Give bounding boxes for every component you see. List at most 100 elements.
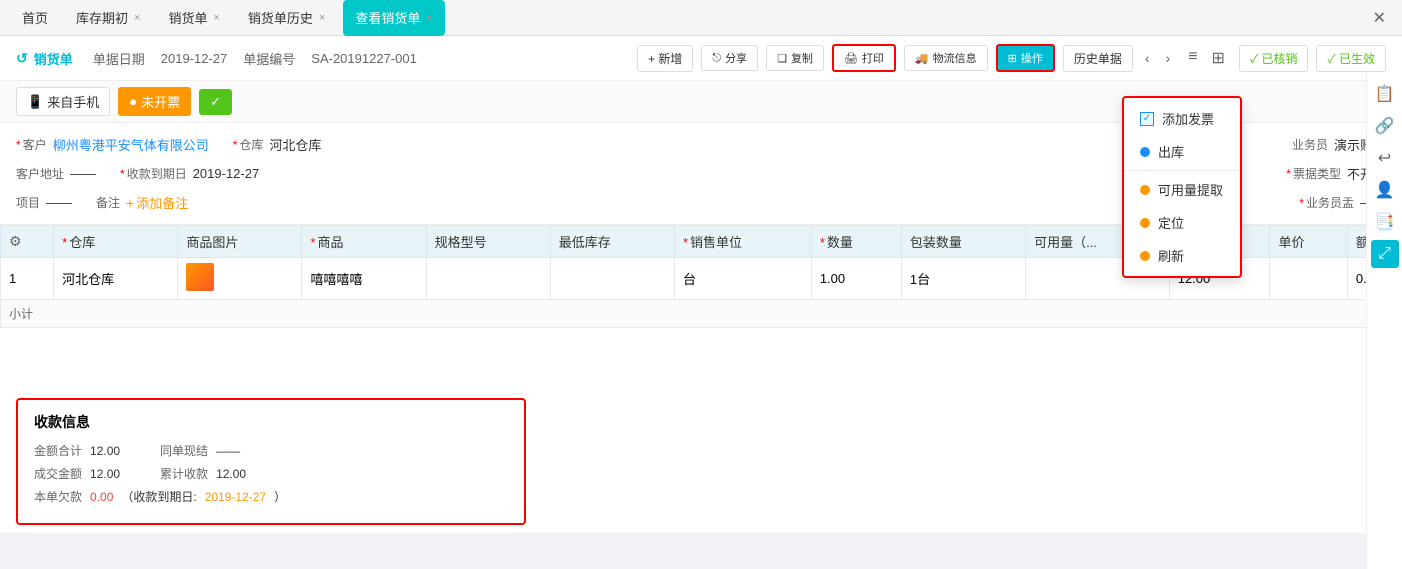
history-button[interactable]: 历史单据 <box>1063 45 1133 72</box>
tab-view-sales-close[interactable]: × <box>426 12 432 24</box>
warehouse-label: 仓库 <box>233 136 264 153</box>
sidebar-return-icon[interactable]: ↩ <box>1371 144 1399 172</box>
tab-sales-order-close[interactable]: × <box>213 12 219 24</box>
deal-amount-value: 12.00 <box>90 467 120 481</box>
logistics-button[interactable]: 🚚 物流信息 <box>904 45 988 71</box>
row-warehouse: 河北仓库 <box>54 258 178 300</box>
customer-label: 客户 <box>16 136 47 153</box>
tab-inventory-init[interactable]: 库存期初 × <box>62 0 154 36</box>
subtotal-row: 小计 <box>1 300 1402 328</box>
row-no: 1 <box>1 258 54 300</box>
grid-view-button[interactable]: ⊞ <box>1206 46 1231 70</box>
sidebar-link-icon[interactable]: 🔗 <box>1371 112 1399 140</box>
customer-value[interactable]: 柳州粤港平安气体有限公司 <box>53 135 209 154</box>
doc-header: ↺ 销货单 单据日期 2019-12-27 单据编号 SA-20191227-0… <box>0 36 1402 81</box>
phone-icon: 📱 <box>27 94 43 110</box>
doc-actions: + 新增 ⎋ 分享 ❏ 复制 🖨 打印 🚚 物流信息 ⊞ 操作 历史单据 <box>637 44 1386 72</box>
logistics-icon: 🚚 <box>915 52 929 65</box>
operate-icon: ⊞ <box>1008 52 1017 65</box>
tab-sales-history-close[interactable]: × <box>319 12 325 24</box>
operate-button[interactable]: ⊞ 操作 <box>996 44 1055 72</box>
current-due-item: 本单欠款 0.00 （收款到期日: 2019-12-27 ） <box>34 488 286 505</box>
same-order-label: 同单现结 <box>160 442 208 459</box>
row-quantity: 1.00 <box>811 258 901 300</box>
refresh-item[interactable]: 刷新 <box>1124 239 1240 272</box>
new-button[interactable]: + 新增 <box>637 45 693 72</box>
col-product-img: 商品图片 <box>178 226 302 258</box>
doc-date-value: 2019-12-27 <box>161 51 228 66</box>
print-button[interactable]: 🖨 打印 <box>832 44 896 72</box>
row-product-img <box>178 258 302 300</box>
doc-title-text: 销货单 <box>34 49 73 68</box>
settings-icon[interactable]: ⚙ <box>9 233 22 249</box>
confirm-button[interactable]: ✓ <box>199 89 232 115</box>
tab-sales-history[interactable]: 销货单历史 × <box>234 0 339 36</box>
accumulated-label: 累计收款 <box>160 465 208 482</box>
copy-button[interactable]: ❏ 复制 <box>766 45 824 71</box>
note-field: 备注 + 添加备注 <box>96 193 188 212</box>
customer-addr-label: 客户地址 <box>16 165 64 182</box>
col-unit-price: 单价 <box>1270 226 1347 258</box>
window-close-button[interactable]: ✕ <box>1365 10 1394 27</box>
col-pack-qty: 包装数量 <box>901 226 1025 258</box>
sold-status-button[interactable]: ✓ 已核销 <box>1239 45 1309 72</box>
col-warehouse: 仓库 <box>54 226 178 258</box>
deal-amount-label: 成交金额 <box>34 465 82 482</box>
next-button[interactable]: › <box>1162 48 1175 68</box>
project-field: 项目 —— <box>16 194 72 211</box>
payment-date-label: 收款到期日 <box>120 165 187 182</box>
salesman2-label: 业务员盂 <box>1299 194 1354 211</box>
share-button[interactable]: ⎋ 分享 <box>701 45 758 71</box>
col-sales-unit: 销售单位 <box>674 226 811 258</box>
same-order-value: —— <box>216 444 240 458</box>
not-opened-button[interactable]: ● 未开票 <box>118 87 191 116</box>
add-invoice-label: 添加发票 <box>1162 109 1214 128</box>
print-icon: 🖨 <box>844 52 858 65</box>
quantity-pickup-label: 可用量提取 <box>1158 180 1223 199</box>
doc-meta: 单据日期 2019-12-27 单据编号 SA-20191227-001 <box>93 49 417 68</box>
tab-view-sales[interactable]: 查看销货单 × <box>343 0 444 36</box>
current-due-value: 0.00 <box>90 490 113 504</box>
tab-sales-order[interactable]: 销货单 × <box>154 0 233 36</box>
dropdown-divider <box>1124 170 1240 171</box>
warehouse-value: 河北仓库 <box>269 135 321 154</box>
payment-info-row-1: 金额合计 12.00 同单现结 —— <box>34 442 508 459</box>
deal-amount-item: 成交金额 12.00 <box>34 465 120 482</box>
out-warehouse-item[interactable]: 出库 <box>1124 135 1240 168</box>
row-sales-unit: 台 <box>674 258 811 300</box>
total-amount-label: 金额合计 <box>34 442 82 459</box>
sidebar-clipboard-icon[interactable]: 📋 <box>1371 80 1399 108</box>
due-date-suffix: ） <box>274 488 286 505</box>
payment-info-title: 收款信息 <box>34 412 508 432</box>
quantity-pickup-item[interactable]: 可用量提取 <box>1124 173 1240 206</box>
customer-field: 客户 柳州粤港平安气体有限公司 <box>16 135 209 154</box>
warehouse-field: 仓库 河北仓库 <box>233 135 322 154</box>
prev-button[interactable]: ‹ <box>1141 48 1154 68</box>
sidebar-user-icon[interactable]: 👤 <box>1371 176 1399 204</box>
doc-title: ↺ 销货单 <box>16 49 73 68</box>
add-note-button[interactable]: + 添加备注 <box>126 193 188 212</box>
locate-item[interactable]: 定位 <box>1124 206 1240 239</box>
main-content: ↺ 销货单 单据日期 2019-12-27 单据编号 SA-20191227-0… <box>0 36 1402 533</box>
copy-icon: ❏ <box>777 52 787 65</box>
note-label: 备注 <box>96 194 120 211</box>
customer-addr-field: 客户地址 —— <box>16 165 96 182</box>
effective-status-button[interactable]: ✓ 已生效 <box>1316 45 1386 72</box>
tab-bar-right: ✕ <box>1365 8 1394 28</box>
quantity-pickup-dot <box>1140 185 1150 195</box>
tab-inventory-init-close[interactable]: × <box>134 12 140 24</box>
same-order-item: 同单现结 —— <box>160 442 240 459</box>
from-phone-button[interactable]: 📱 来自手机 <box>16 87 110 116</box>
tab-home[interactable]: 首页 <box>8 0 62 36</box>
list-view-button[interactable]: ≡ <box>1182 46 1203 70</box>
sidebar-expand-icon[interactable]: ⤢ <box>1371 240 1399 268</box>
operate-dropdown: ✓ 添加发票 出库 可用量提取 定位 刷新 <box>1122 96 1242 278</box>
payment-date-value: 2019-12-27 <box>193 166 260 181</box>
project-value: —— <box>46 195 72 210</box>
locate-label: 定位 <box>1158 213 1184 232</box>
accumulated-value: 12.00 <box>216 467 246 481</box>
add-invoice-item[interactable]: ✓ 添加发票 <box>1124 102 1240 135</box>
sidebar-doc-icon[interactable]: 📑 <box>1371 208 1399 236</box>
col-product: 商品 <box>302 226 426 258</box>
col-quantity: 数量 <box>811 226 901 258</box>
